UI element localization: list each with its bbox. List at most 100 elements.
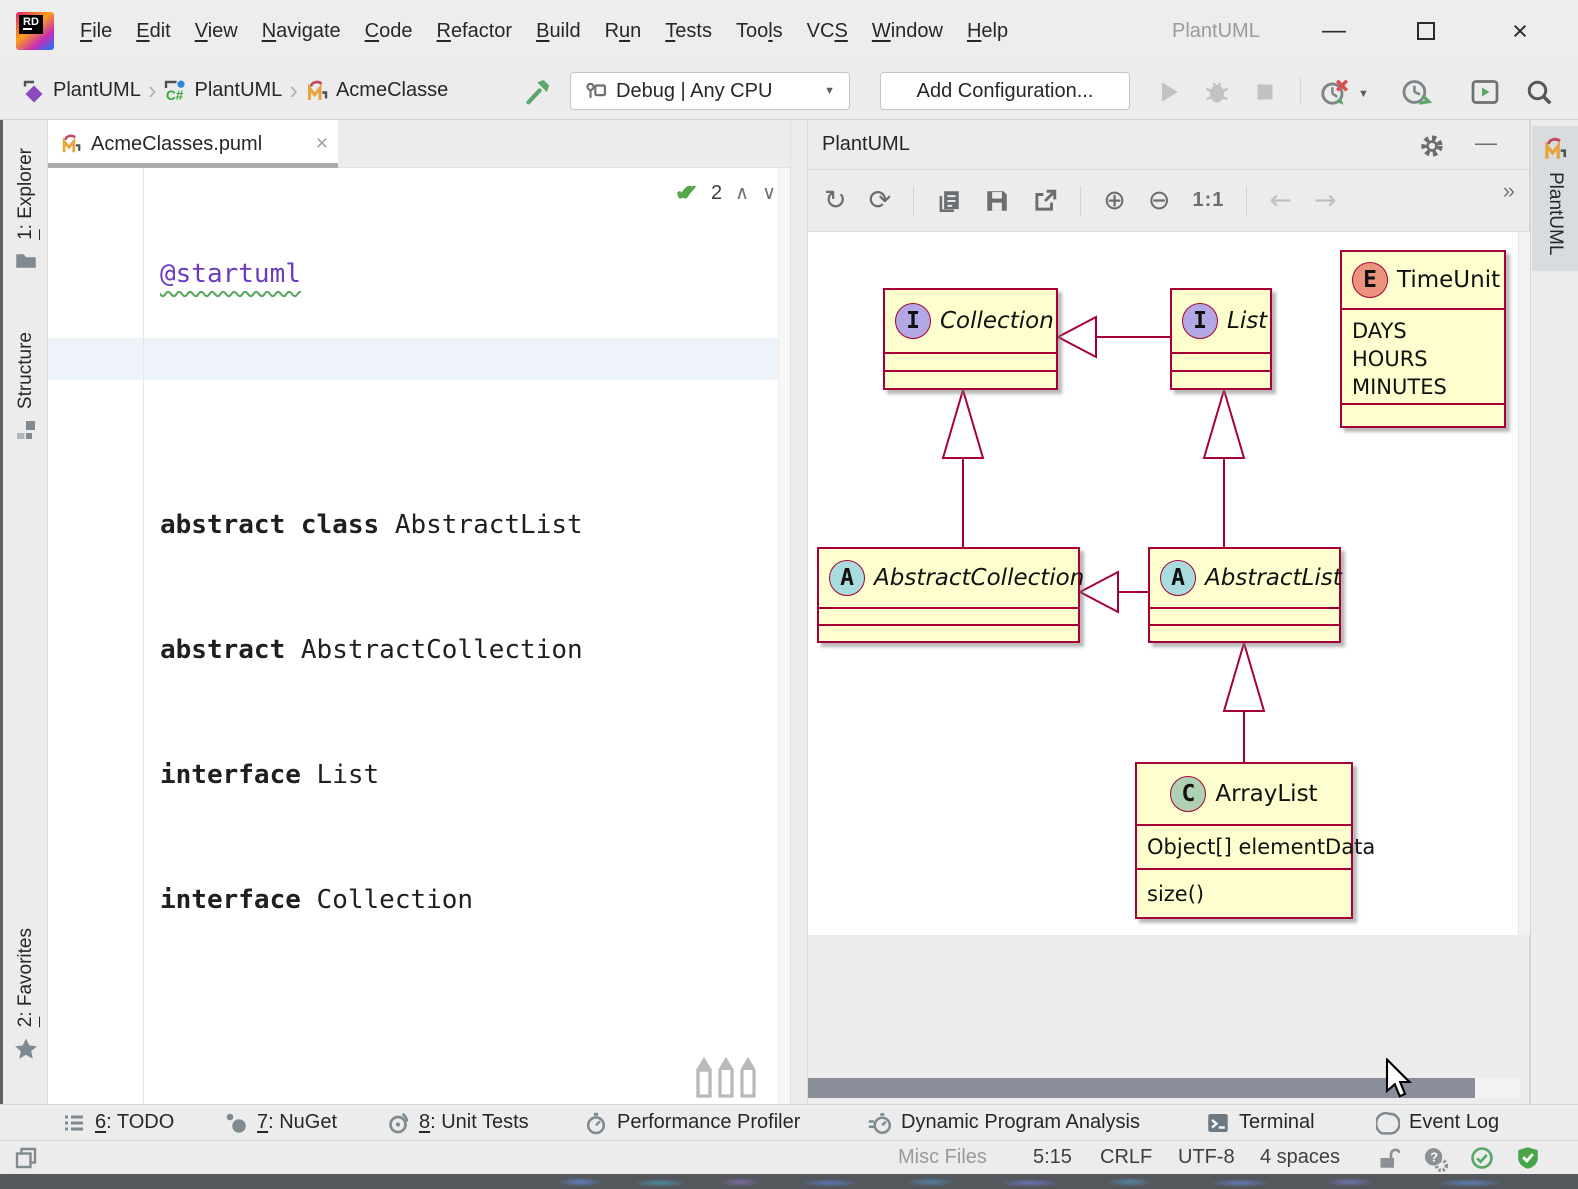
inspection-widget[interactable]: ✔✔ 2 ∧ ∨ <box>675 180 776 206</box>
dpa-stopwatch-icon <box>868 1112 892 1134</box>
plantuml-tab-label: PlantUML <box>1545 172 1566 256</box>
uml-class-arraylist[interactable]: C ArrayList Object[] elementData size() <box>1135 762 1375 919</box>
refresh-icon[interactable]: ↻ <box>824 185 847 216</box>
copy-diagram-icon[interactable] <box>936 188 962 214</box>
menu-help[interactable]: Help <box>955 20 1020 43</box>
uml-class-collection[interactable]: I Collection <box>883 288 1058 390</box>
menu-navigate[interactable]: Navigate <box>250 20 353 43</box>
menu-file[interactable]: File <box>68 20 124 43</box>
shield-check-icon[interactable] <box>1516 1146 1540 1170</box>
menu-refactor[interactable]: Refactor <box>424 20 524 43</box>
zoom-out-icon[interactable]: ⊖ <box>1148 185 1171 216</box>
menu-vcs[interactable]: VCS <box>795 20 860 43</box>
toolwindow-tab-todo[interactable]: 6: TODO <box>62 1105 174 1140</box>
uml-methods-section <box>819 624 1078 641</box>
puml-file-icon <box>62 134 81 153</box>
tab-label: AcmeClasses.puml <box>91 132 263 155</box>
toolwindow-tab-plantuml[interactable]: PlantUML <box>1532 126 1578 272</box>
toolwindow-switcher-icon[interactable] <box>14 1146 38 1170</box>
scrollbar-thumb[interactable] <box>808 1078 1475 1098</box>
uml-class-name: ArrayList <box>1215 781 1318 807</box>
profile-history-icon[interactable] <box>1400 76 1432 108</box>
diagram-vertical-scrollbar[interactable] <box>1518 232 1530 935</box>
toolwindow-tab-terminal[interactable]: Terminal <box>1206 1105 1315 1140</box>
editor[interactable]: @startuml abstract class AbstractList ab… <box>48 168 790 1165</box>
breadcrumb: PlantUML › C# PlantUML › AcmeClasse <box>22 62 448 119</box>
breadcrumb-file[interactable]: AcmeClasse <box>336 79 448 102</box>
breadcrumb-solution[interactable]: PlantUML <box>53 79 141 102</box>
zoom-actual-size[interactable]: 1:1 <box>1193 189 1225 212</box>
prev-problem-icon[interactable]: ∧ <box>735 182 749 205</box>
diagram-canvas: I Collection I List E TimeUnit DAYS HOUR… <box>808 232 1520 935</box>
mouse-cursor <box>1385 1058 1413 1098</box>
status-indent[interactable]: 4 spaces <box>1260 1141 1340 1174</box>
uml-class-abstractlist[interactable]: A AbstractList <box>1148 547 1342 643</box>
run-button-disabled <box>1162 82 1178 102</box>
run-configuration-dropdown[interactable]: Debug | Any CPU ▼ <box>570 72 850 110</box>
window-maximize-button[interactable] <box>1398 0 1454 62</box>
toolwindow-tab-structure[interactable]: Structure <box>3 332 48 442</box>
more-actions-icon[interactable]: » <box>1503 178 1515 204</box>
uml-class-name: TimeUnit <box>1397 267 1501 293</box>
window-minimize-button[interactable]: — <box>1306 0 1362 62</box>
menu-code[interactable]: Code <box>353 20 425 43</box>
status-encoding[interactable]: UTF-8 <box>1178 1141 1235 1174</box>
right-toolwindow-bar: PlantUML <box>1530 120 1578 1104</box>
menu-edit[interactable]: Edit <box>124 20 182 43</box>
menu-run[interactable]: Run <box>593 20 654 43</box>
next-problem-icon[interactable]: ∨ <box>762 182 776 205</box>
splitter[interactable] <box>790 120 808 1104</box>
close-icon[interactable]: × <box>316 132 328 156</box>
code-analysis-status-icon[interactable]: ? <box>1422 1146 1448 1172</box>
toolwindow-tab-performance-profiler[interactable]: Performance Profiler <box>584 1105 800 1140</box>
uml-class-abstractcollection[interactable]: A AbstractCollection <box>817 547 1084 643</box>
code-line: abstract AbstractCollection <box>160 634 583 665</box>
profiler-icon[interactable] <box>1318 76 1350 108</box>
inspections-ok-status-icon[interactable] <box>1470 1146 1494 1170</box>
chevron-right-icon: › <box>289 75 298 105</box>
chevron-down-icon[interactable]: ▼ <box>1358 88 1369 100</box>
status-line-ending[interactable]: CRLF <box>1100 1141 1152 1174</box>
rider-logo-text: RD <box>19 15 43 34</box>
editor-tab-acmeclasses[interactable]: AcmeClasses.puml × <box>48 120 338 168</box>
add-configuration-button[interactable]: Add Configuration... <box>880 72 1130 110</box>
toolwindow-tab-event-log[interactable]: Event Log <box>1376 1105 1499 1140</box>
uml-fields-section <box>885 352 1056 370</box>
maximize-icon <box>1417 22 1435 40</box>
unlock-icon[interactable] <box>1376 1146 1400 1170</box>
menu-build[interactable]: Build <box>524 20 592 43</box>
menu-view[interactable]: View <box>183 20 250 43</box>
run-anything-icon[interactable] <box>1470 77 1500 107</box>
editor-scrollbar[interactable] <box>778 168 790 1104</box>
gear-icon[interactable] <box>1419 133 1445 159</box>
zoom-in-icon[interactable]: ⊕ <box>1103 185 1126 216</box>
toolwindow-tab-favorites[interactable]: 2: Favorites <box>3 928 48 1062</box>
toolwindow-tab-nuget[interactable]: 7: NuGet <box>224 1105 337 1140</box>
chevron-down-icon: ▼ <box>824 85 835 97</box>
enum-stereotype-icon: E <box>1352 262 1388 298</box>
uml-enum-timeunit[interactable]: E TimeUnit DAYS HOURS MINUTES <box>1340 250 1506 428</box>
menu-tests[interactable]: Tests <box>653 20 724 43</box>
toolwindow-tab-explorer[interactable]: 1: Explorer <box>3 148 48 273</box>
toolwindow-tab-unit-tests[interactable]: 8: Unit Tests <box>386 1105 529 1140</box>
structure-tab-label: Structure <box>14 332 36 410</box>
reload-icon[interactable]: ⟳ <box>869 185 892 216</box>
status-caret-position[interactable]: 5:15 <box>1033 1141 1072 1174</box>
toolbar-separator <box>1080 185 1082 216</box>
save-diagram-icon[interactable] <box>984 188 1010 214</box>
hide-panel-icon[interactable]: — <box>1475 130 1497 156</box>
uml-method: size() <box>1137 868 1351 917</box>
menu-window[interactable]: Window <box>860 20 955 43</box>
code-area[interactable]: @startuml abstract class AbstractList ab… <box>160 171 708 1189</box>
uml-class-name: AbstractCollection <box>874 565 1085 591</box>
export-diagram-icon[interactable] <box>1032 188 1058 214</box>
breadcrumb-project[interactable]: PlantUML <box>194 79 282 102</box>
menu-tools[interactable]: Tools <box>724 20 795 43</box>
toolwindow-tab-dynamic-program-analysis[interactable]: Dynamic Program Analysis <box>868 1105 1140 1140</box>
window-close-button[interactable]: × <box>1492 0 1548 62</box>
uml-class-list[interactable]: I List <box>1170 288 1272 390</box>
search-icon[interactable] <box>1524 77 1554 107</box>
build-hammer-icon[interactable] <box>522 76 554 108</box>
code-line: abstract class AbstractList <box>160 509 583 540</box>
